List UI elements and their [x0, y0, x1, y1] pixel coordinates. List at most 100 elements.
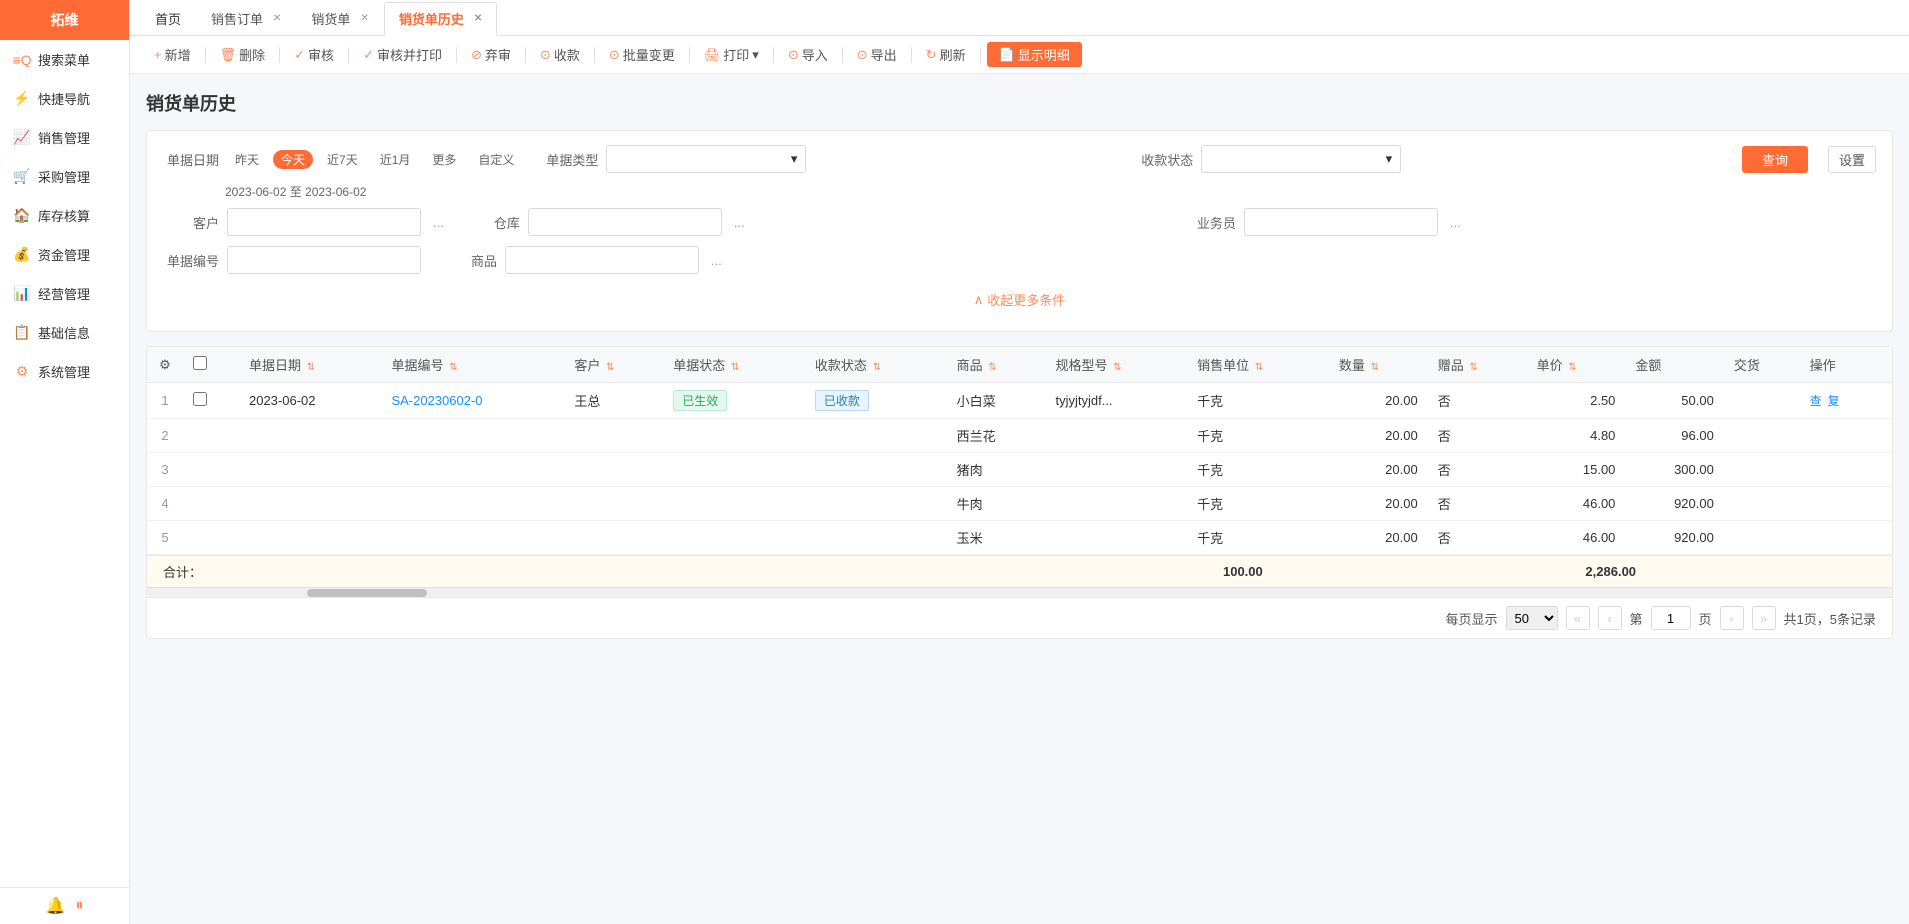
last-page-button[interactable]: » — [1752, 606, 1776, 630]
collapse-button[interactable]: ∧ 收起更多条件 — [974, 286, 1066, 313]
row-customer — [564, 419, 663, 453]
th-date[interactable]: 单据日期 ⇅ — [239, 347, 381, 383]
warehouse-dots[interactable]: ... — [734, 215, 745, 230]
pause-icon[interactable]: ⏸ — [75, 897, 83, 915]
date-1month[interactable]: 近1月 — [372, 150, 419, 169]
customer-input[interactable] — [227, 208, 421, 236]
th-price[interactable]: 单价 ⇅ — [1527, 347, 1626, 383]
th-gift[interactable]: 赠品 ⇅ — [1428, 347, 1527, 383]
import-button[interactable]: ⊙ 导入 — [780, 42, 836, 67]
batch-change-button[interactable]: ⊙ 批量变更 — [601, 42, 683, 67]
row-check[interactable] — [183, 419, 239, 453]
tab-sales-order[interactable]: 销售订单 ✕ — [196, 2, 296, 36]
goods-dots[interactable]: ... — [711, 253, 722, 268]
th-goods[interactable]: 商品 ⇅ — [947, 347, 1046, 383]
export-button[interactable]: ⊙ 导出 — [849, 42, 905, 67]
abandon-button[interactable]: ⊘ 弃审 — [463, 42, 519, 67]
row-no[interactable] — [381, 419, 564, 453]
row-qty: 20.00 — [1329, 383, 1428, 419]
sidebar-item-quick-nav[interactable]: ⚡ 快捷导航 — [0, 79, 129, 118]
filter-date-item: 单据日期 昨天 今天 近7天 近1月 更多 自定义 — [163, 150, 522, 169]
row-no[interactable] — [381, 453, 564, 487]
table-container: ⚙ 单据日期 ⇅ 单据编号 ⇅ 客户 ⇅ 单据状态 ⇅ 收款状态 ⇅ 商品 ⇅ … — [146, 346, 1893, 639]
tab-sales-history-close[interactable]: ✕ — [474, 13, 482, 24]
row-check[interactable] — [183, 487, 239, 521]
sidebar-item-ops-mgmt[interactable]: 📊 经营管理 — [0, 274, 129, 313]
th-no[interactable]: 单据编号 ⇅ — [381, 347, 564, 383]
collect-status-select[interactable]: ▾ — [1201, 145, 1401, 173]
row-customer — [564, 521, 663, 555]
sidebar-item-sys-mgmt[interactable]: ⚙ 系统管理 — [0, 352, 129, 391]
customer-dots[interactable]: ... — [433, 215, 444, 230]
th-unit[interactable]: 销售单位 ⇅ — [1187, 347, 1329, 383]
th-spec[interactable]: 规格型号 ⇅ — [1045, 347, 1187, 383]
doc-type-select[interactable]: ▾ — [606, 145, 806, 173]
delete-button[interactable]: 🗑 删除 — [212, 42, 274, 67]
row-no[interactable] — [381, 521, 564, 555]
row-no[interactable] — [381, 487, 564, 521]
tab-sales-order-close[interactable]: ✕ — [273, 13, 281, 24]
refresh-icon: ↻ — [926, 47, 937, 63]
row-checkbox[interactable] — [193, 392, 207, 406]
warehouse-input[interactable] — [528, 208, 722, 236]
tab-sales-history[interactable]: 销货单历史 ✕ — [384, 2, 497, 36]
action-copy-link[interactable]: 复 — [1828, 394, 1840, 408]
tab-sales-goods-close[interactable]: ✕ — [360, 13, 368, 24]
th-customer[interactable]: 客户 ⇅ — [564, 347, 663, 383]
date-custom[interactable]: 自定义 — [470, 150, 522, 169]
first-page-button[interactable]: « — [1566, 606, 1590, 630]
sidebar-item-stock-calc[interactable]: 🏠 库存核算 — [0, 196, 129, 235]
purchase-mgmt-icon: 🛒 — [14, 169, 30, 185]
sidebar-item-sales-mgmt[interactable]: 📈 销售管理 — [0, 118, 129, 157]
page-size-select[interactable]: 50 20 100 — [1506, 606, 1558, 630]
stock-calc-icon: 🏠 — [14, 208, 30, 224]
sidebar-item-purchase-mgmt[interactable]: 🛒 采购管理 — [0, 157, 129, 196]
row-check[interactable] — [183, 453, 239, 487]
row-check[interactable] — [183, 521, 239, 555]
sidebar-item-search-menu[interactable]: ≡Q 搜索菜单 — [0, 40, 129, 79]
date-today[interactable]: 今天 — [273, 150, 313, 169]
th-trade[interactable]: 交货 — [1724, 347, 1800, 383]
th-gear[interactable]: ⚙ — [147, 347, 183, 383]
row-no[interactable]: SA-20230602-0 — [381, 383, 564, 419]
th-check[interactable] — [183, 347, 239, 383]
row-check[interactable] — [183, 383, 239, 419]
page-title: 销货单历史 — [146, 90, 1893, 116]
prev-page-button[interactable]: ‹ — [1598, 606, 1622, 630]
salesperson-input[interactable] — [1244, 208, 1438, 236]
row-action — [1800, 419, 1892, 453]
salesperson-dots[interactable]: ... — [1450, 215, 1461, 230]
add-button[interactable]: + 新增 — [146, 42, 199, 67]
th-amount[interactable]: 金额 — [1625, 347, 1723, 383]
collect-button[interactable]: ⊙ 收款 — [532, 42, 588, 67]
sidebar-item-basic-info[interactable]: 📋 基础信息 — [0, 313, 129, 352]
goods-input[interactable] — [505, 246, 699, 274]
th-doc-status[interactable]: 单据状态 ⇅ — [663, 347, 805, 383]
th-qty[interactable]: 数量 ⇅ — [1329, 347, 1428, 383]
date-7days[interactable]: 近7天 — [319, 150, 366, 169]
sidebar-item-finance-mgmt[interactable]: 💰 资金管理 — [0, 235, 129, 274]
tab-home[interactable]: 首页 — [140, 2, 196, 36]
notification-icon[interactable]: 🔔 — [46, 896, 66, 916]
settings-button[interactable]: 设置 — [1828, 146, 1876, 173]
tab-sales-goods[interactable]: 销货单 ✕ — [296, 2, 383, 36]
scrollbar-thumb[interactable] — [307, 589, 427, 597]
show-detail-button[interactable]: 📄 显示明细 — [987, 42, 1082, 67]
audit-button[interactable]: ✓ 审核 — [286, 42, 342, 67]
collect-label: 收款 — [554, 45, 580, 64]
row-collect-status — [805, 521, 947, 555]
horizontal-scrollbar[interactable] — [147, 587, 1892, 597]
page-input[interactable] — [1651, 606, 1691, 630]
next-page-button[interactable]: › — [1720, 606, 1744, 630]
docno-input[interactable] — [227, 246, 421, 274]
audit-print-button[interactable]: ✓ 审核并打印 — [355, 42, 450, 67]
date-more[interactable]: 更多 — [424, 150, 464, 169]
date-yesterday[interactable]: 昨天 — [227, 150, 267, 169]
th-collect-status[interactable]: 收款状态 ⇅ — [805, 347, 947, 383]
select-all-checkbox[interactable] — [193, 356, 207, 370]
print-button[interactable]: 🖨 打印 ▾ — [696, 42, 767, 67]
refresh-button[interactable]: ↻ 刷新 — [918, 42, 974, 67]
tab-sales-goods-label: 销货单 — [311, 9, 350, 28]
action-view-link[interactable]: 查 — [1810, 394, 1822, 408]
query-button[interactable]: 查询 — [1742, 146, 1808, 173]
